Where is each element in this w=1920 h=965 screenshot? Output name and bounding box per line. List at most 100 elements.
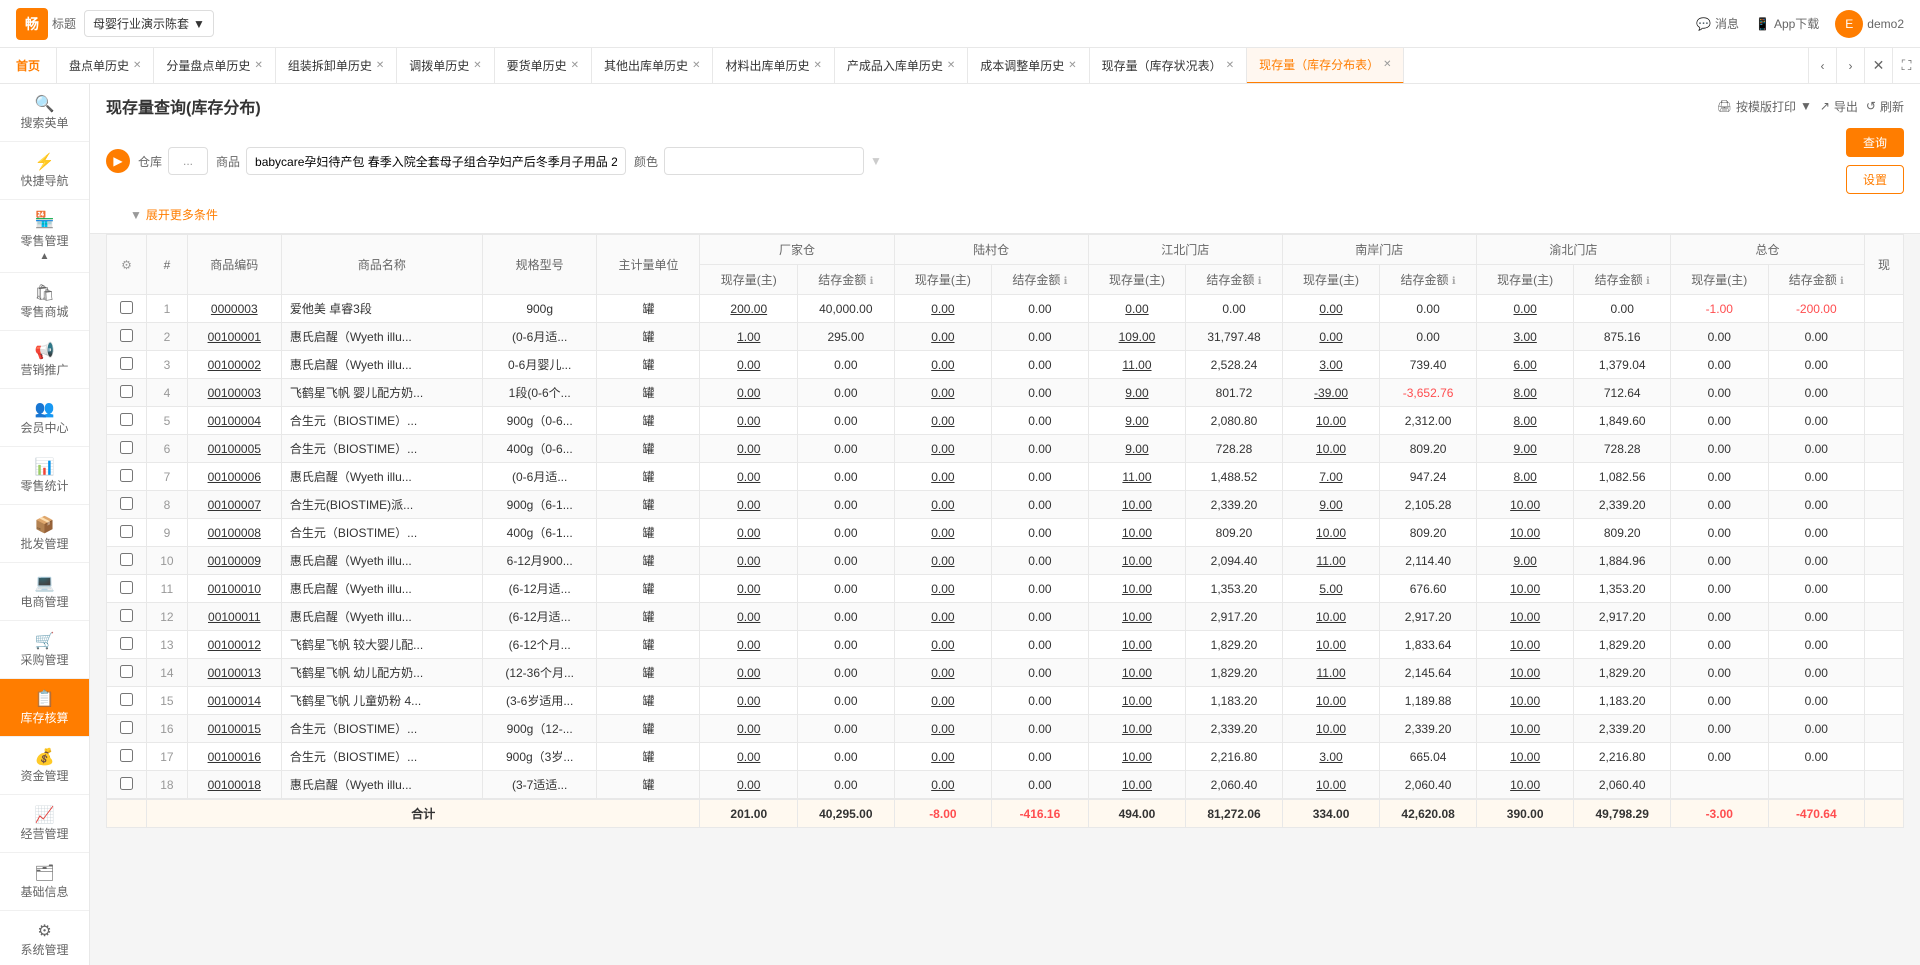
row-check[interactable] (107, 323, 147, 351)
f-qty-link[interactable]: 0.00 (737, 470, 760, 484)
row-checkbox[interactable] (120, 497, 133, 510)
jb-qty-link[interactable]: 0.00 (1125, 302, 1148, 316)
yb-qty-link[interactable]: 10.00 (1510, 694, 1540, 708)
na-qty-link[interactable]: 10.00 (1316, 778, 1346, 792)
sku-link[interactable]: 00100004 (208, 414, 261, 428)
app-download-btn[interactable]: 📱 App下载 (1755, 15, 1819, 32)
home-tab[interactable]: 首页 (0, 48, 57, 84)
row-check[interactable] (107, 575, 147, 603)
f-qty-link[interactable]: 0.00 (737, 554, 760, 568)
jb-qty-link[interactable]: 10.00 (1122, 722, 1152, 736)
sku-link[interactable]: 00100007 (208, 498, 261, 512)
row-checkbox[interactable] (120, 777, 133, 790)
l-qty-link[interactable]: 0.00 (931, 638, 954, 652)
l-qty-link[interactable]: 0.00 (931, 666, 954, 680)
th-settings[interactable]: ⚙ (107, 235, 147, 295)
sidebar-item-quicknav[interactable]: ⚡ 快捷导航 (0, 142, 89, 200)
row-check[interactable] (107, 771, 147, 800)
tab-sub-stocktake[interactable]: 分量盘点单历史 ✕ (154, 48, 275, 84)
row-check[interactable] (107, 659, 147, 687)
row-checkbox[interactable] (120, 609, 133, 622)
na-qty-link[interactable]: -39.00 (1314, 386, 1348, 400)
f-qty-link[interactable]: 0.00 (737, 778, 760, 792)
l-qty-link[interactable]: 0.00 (931, 526, 954, 540)
jb-qty-link[interactable]: 9.00 (1125, 414, 1148, 428)
sidebar-item-search[interactable]: 🔍 搜索英单 (0, 84, 89, 142)
close-icon[interactable]: ✕ (947, 60, 955, 71)
jb-qty-link[interactable]: 9.00 (1125, 442, 1148, 456)
sku-link[interactable]: 00100009 (208, 554, 261, 568)
tab-stock-status[interactable]: 现存量（库存状况表） ✕ (1090, 48, 1247, 84)
row-check[interactable] (107, 519, 147, 547)
nav-prev[interactable]: ‹ (1808, 48, 1836, 84)
row-checkbox[interactable] (120, 329, 133, 342)
yb-qty-link[interactable]: 8.00 (1513, 414, 1536, 428)
sku-link[interactable]: 00100002 (208, 358, 261, 372)
row-checkbox[interactable] (120, 553, 133, 566)
warehouse-input[interactable] (168, 147, 208, 175)
na-qty-link[interactable]: 11.00 (1316, 554, 1345, 568)
row-checkbox[interactable] (120, 637, 133, 650)
yb-qty-link[interactable]: 10.00 (1510, 750, 1540, 764)
row-check[interactable] (107, 715, 147, 743)
info-icon[interactable]: ℹ (1064, 276, 1068, 287)
row-checkbox[interactable] (120, 525, 133, 538)
na-qty-link[interactable]: 11.00 (1316, 666, 1345, 680)
industry-selector[interactable]: 母婴行业演示陈套 ▼ (84, 10, 214, 37)
row-checkbox[interactable] (120, 385, 133, 398)
sku-link[interactable]: 00100010 (208, 582, 261, 596)
yb-qty-link[interactable]: 9.00 (1513, 442, 1536, 456)
na-qty-link[interactable]: 10.00 (1316, 722, 1346, 736)
l-qty-link[interactable]: 0.00 (931, 386, 954, 400)
yb-qty-link[interactable]: 10.00 (1510, 638, 1540, 652)
jb-qty-link[interactable]: 10.00 (1122, 582, 1152, 596)
info-icon[interactable]: ℹ (1646, 276, 1650, 287)
row-check[interactable] (107, 435, 147, 463)
row-checkbox[interactable] (120, 469, 133, 482)
f-qty-link[interactable]: 0.00 (737, 582, 760, 596)
tab-assembly[interactable]: 组装拆卸单历史 ✕ (276, 48, 397, 84)
close-icon[interactable]: ✕ (473, 60, 481, 71)
sidebar-item-operation[interactable]: 📈 经营管理 (0, 795, 89, 853)
sku-link[interactable]: 00100005 (208, 442, 261, 456)
yb-qty-link[interactable]: 10.00 (1510, 610, 1540, 624)
close-icon[interactable]: ✕ (813, 60, 821, 71)
yb-qty-link[interactable]: 8.00 (1513, 386, 1536, 400)
jb-qty-link[interactable]: 10.00 (1122, 526, 1152, 540)
tab-other-out[interactable]: 其他出库单历史 ✕ (592, 48, 713, 84)
row-check[interactable] (107, 379, 147, 407)
jb-qty-link[interactable]: 10.00 (1122, 638, 1152, 652)
yb-qty-link[interactable]: 9.00 (1513, 554, 1536, 568)
sku-link[interactable]: 00100006 (208, 470, 261, 484)
na-qty-link[interactable]: 10.00 (1316, 526, 1346, 540)
sku-link[interactable]: 00100018 (208, 778, 261, 792)
yb-qty-link[interactable]: 6.00 (1513, 358, 1536, 372)
tab-cost-adjust[interactable]: 成本调整单历史 ✕ (968, 48, 1089, 84)
f-qty-link[interactable]: 0.00 (737, 610, 760, 624)
user-area[interactable]: E demo2 (1835, 10, 1904, 38)
export-btn[interactable]: ↗ 导出 (1820, 98, 1858, 115)
l-qty-link[interactable]: 0.00 (931, 330, 954, 344)
sidebar-item-purchase[interactable]: 🛒 采购管理 (0, 621, 89, 679)
yb-qty-link[interactable]: 0.00 (1513, 302, 1536, 316)
yb-qty-link[interactable]: 8.00 (1513, 470, 1536, 484)
row-check[interactable] (107, 295, 147, 323)
info-icon[interactable]: ℹ (1258, 276, 1262, 287)
f-qty-link[interactable]: 0.00 (737, 358, 760, 372)
f-qty-link[interactable]: 0.00 (737, 526, 760, 540)
l-qty-link[interactable]: 0.00 (931, 554, 954, 568)
row-check[interactable] (107, 351, 147, 379)
row-checkbox[interactable] (120, 693, 133, 706)
nav-next[interactable]: › (1836, 48, 1864, 84)
sku-link[interactable]: 00100003 (208, 386, 261, 400)
settings-btn[interactable]: 设置 (1846, 165, 1904, 194)
l-qty-link[interactable]: 0.00 (931, 414, 954, 428)
row-check[interactable] (107, 547, 147, 575)
sidebar-item-finance[interactable]: 💰 资金管理 (0, 737, 89, 795)
jb-qty-link[interactable]: 10.00 (1122, 778, 1152, 792)
na-qty-link[interactable]: 10.00 (1316, 414, 1346, 428)
na-qty-link[interactable]: 5.00 (1319, 582, 1342, 596)
sku-link[interactable]: 00100008 (208, 526, 261, 540)
close-icon[interactable]: ✕ (376, 60, 384, 71)
sku-link[interactable]: 00100012 (208, 638, 261, 652)
